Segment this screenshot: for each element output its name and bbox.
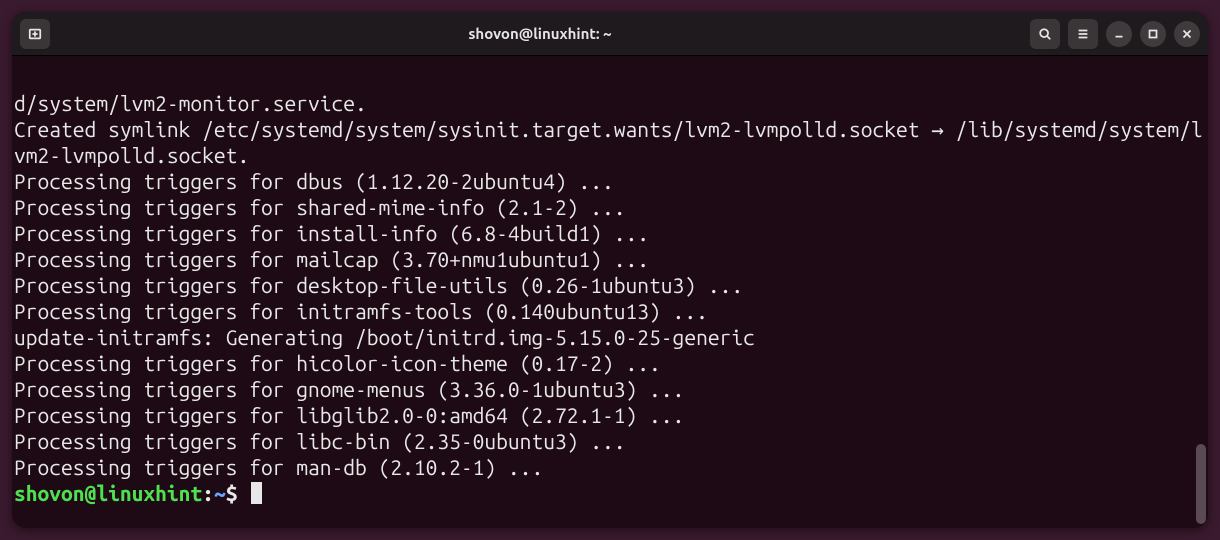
close-button[interactable] bbox=[1174, 21, 1200, 47]
search-button[interactable] bbox=[1030, 19, 1060, 49]
prompt-userhost: shovon@linuxhint bbox=[14, 481, 202, 505]
prompt-path: ~ bbox=[214, 481, 226, 505]
output-line: Processing triggers for mailcap (3.70+nm… bbox=[14, 246, 1208, 272]
output-line: Processing triggers for libc-bin (2.35-0… bbox=[14, 428, 1208, 454]
output-line: Created symlink /etc/systemd/system/sysi… bbox=[14, 116, 1208, 168]
output-line: Processing triggers for shared-mime-info… bbox=[14, 194, 1208, 220]
output-line: Processing triggers for dbus (1.12.20-2u… bbox=[14, 168, 1208, 194]
output-line: Processing triggers for initramfs-tools … bbox=[14, 298, 1208, 324]
output-line: Processing triggers for man-db (2.10.2-1… bbox=[14, 454, 1208, 480]
maximize-icon bbox=[1146, 27, 1160, 41]
output-line: Processing triggers for gnome-menus (3.3… bbox=[14, 376, 1208, 402]
output-line: Processing triggers for hicolor-icon-the… bbox=[14, 350, 1208, 376]
output-line: update-initramfs: Generating /boot/initr… bbox=[14, 324, 1208, 350]
new-tab-icon bbox=[28, 27, 42, 41]
window-title: shovon@linuxhint: ~ bbox=[50, 25, 1030, 42]
terminal-window: shovon@linuxhint: ~ d/system/lvm2-monito… bbox=[12, 12, 1208, 528]
close-icon bbox=[1180, 27, 1194, 41]
output-line: Processing triggers for install-info (6.… bbox=[14, 220, 1208, 246]
output-line: Processing triggers for libglib2.0-0:amd… bbox=[14, 402, 1208, 428]
titlebar: shovon@linuxhint: ~ bbox=[12, 12, 1208, 56]
hamburger-icon bbox=[1076, 27, 1090, 41]
search-icon bbox=[1038, 27, 1052, 41]
minimize-icon bbox=[1112, 27, 1126, 41]
menu-button[interactable] bbox=[1068, 19, 1098, 49]
prompt: shovon@linuxhint:~$ bbox=[14, 481, 249, 505]
minimize-button[interactable] bbox=[1106, 21, 1132, 47]
prompt-sep: : bbox=[202, 481, 214, 505]
cursor bbox=[251, 482, 262, 504]
prompt-dollar: $ bbox=[226, 481, 250, 505]
terminal-output[interactable]: d/system/lvm2-monitor.service.Created sy… bbox=[12, 56, 1208, 528]
new-tab-button[interactable] bbox=[20, 19, 50, 49]
scrollbar-thumb[interactable] bbox=[1196, 444, 1206, 524]
output-line: Processing triggers for desktop-file-uti… bbox=[14, 272, 1208, 298]
maximize-button[interactable] bbox=[1140, 21, 1166, 47]
output-line: d/system/lvm2-monitor.service. bbox=[14, 90, 1208, 116]
